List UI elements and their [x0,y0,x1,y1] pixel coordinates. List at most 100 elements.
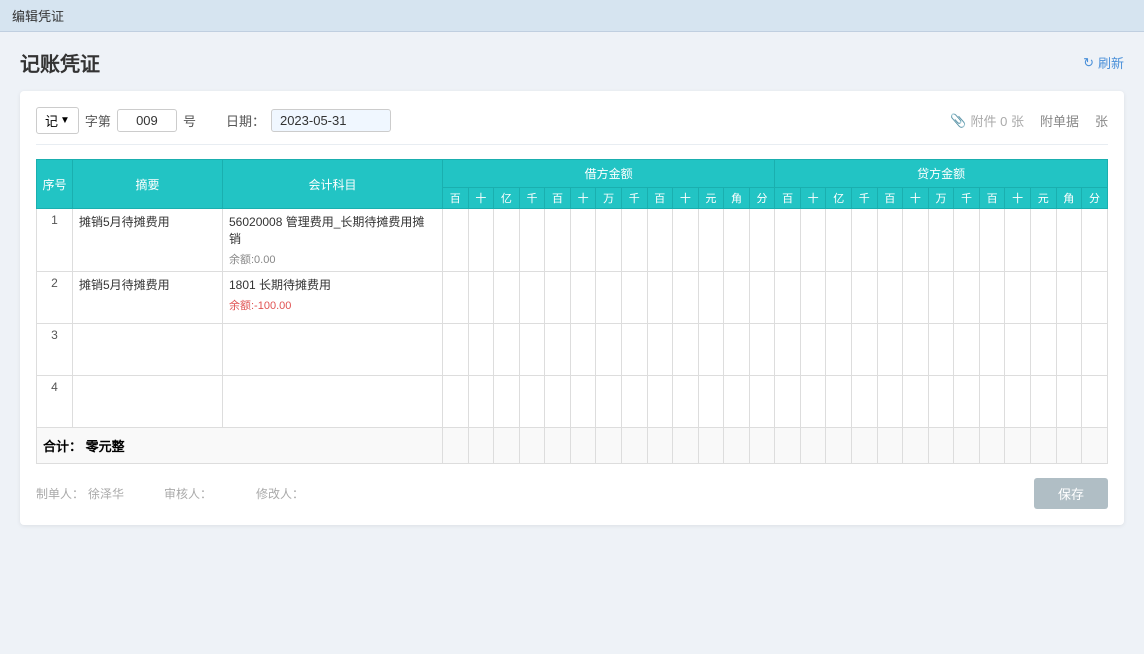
row-3-debit-6[interactable] [596,376,622,428]
row-3-credit-7[interactable] [954,376,980,428]
row-0-credit-4[interactable] [877,209,903,272]
row-1-credit-9[interactable] [1005,272,1031,324]
row-2-credit-6[interactable] [928,324,954,376]
row-1-credit-7[interactable] [954,272,980,324]
row-1-credit-4[interactable] [877,272,903,324]
row-0-credit-2[interactable] [826,209,852,272]
row-2-credit-8[interactable] [979,324,1005,376]
row-0-debit-2[interactable] [494,209,520,272]
row-3-debit-3[interactable] [519,376,545,428]
row-1-debit-3[interactable] [519,272,545,324]
row-1-credit-8[interactable] [979,272,1005,324]
row-0-debit-0[interactable] [443,209,469,272]
row-2-credit-5[interactable] [903,324,929,376]
row-2-debit-4[interactable] [545,324,571,376]
row-3-credit-10[interactable] [1030,376,1056,428]
row-2-debit-10[interactable] [698,324,724,376]
row-2-credit-12[interactable] [1082,324,1108,376]
row-1-debit-12[interactable] [749,272,775,324]
row-3-debit-2[interactable] [494,376,520,428]
row-1-debit-5[interactable] [570,272,596,324]
row-1-debit-10[interactable] [698,272,724,324]
row-0-credit-0[interactable] [775,209,801,272]
row-3-debit-7[interactable] [621,376,647,428]
row-3-credit-5[interactable] [903,376,929,428]
row-3-debit-8[interactable] [647,376,673,428]
row-0-debit-8[interactable] [647,209,673,272]
row-2-debit-0[interactable] [443,324,469,376]
row-0-debit-4[interactable] [545,209,571,272]
row-3-debit-9[interactable] [673,376,699,428]
row-0-debit-10[interactable] [698,209,724,272]
row-1-credit-6[interactable] [928,272,954,324]
row-2-debit-12[interactable] [749,324,775,376]
row-1-debit-9[interactable] [673,272,699,324]
row-summary-2[interactable] [73,324,223,376]
row-2-debit-6[interactable] [596,324,622,376]
row-2-debit-9[interactable] [673,324,699,376]
row-2-debit-3[interactable] [519,324,545,376]
row-0-credit-12[interactable] [1082,209,1108,272]
refresh-button[interactable]: ↻ 刷新 [1083,53,1124,72]
row-3-credit-11[interactable] [1056,376,1082,428]
row-3-debit-11[interactable] [724,376,750,428]
row-0-debit-9[interactable] [673,209,699,272]
row-2-credit-11[interactable] [1056,324,1082,376]
row-2-credit-3[interactable] [852,324,878,376]
row-1-credit-1[interactable] [800,272,826,324]
row-0-credit-11[interactable] [1056,209,1082,272]
row-2-credit-0[interactable] [775,324,801,376]
row-1-credit-12[interactable] [1082,272,1108,324]
row-3-credit-4[interactable] [877,376,903,428]
row-3-debit-5[interactable] [570,376,596,428]
row-2-credit-10[interactable] [1030,324,1056,376]
row-2-debit-8[interactable] [647,324,673,376]
row-0-credit-9[interactable] [1005,209,1031,272]
row-2-credit-9[interactable] [1005,324,1031,376]
type-dropdown[interactable]: 记 ▼ [36,107,79,134]
row-1-credit-0[interactable] [775,272,801,324]
row-2-credit-1[interactable] [800,324,826,376]
row-1-debit-1[interactable] [468,272,494,324]
row-account-1[interactable]: 1801 长期待摊费用余额:-100.00 [223,272,443,324]
row-0-credit-3[interactable] [852,209,878,272]
row-1-debit-6[interactable] [596,272,622,324]
row-3-credit-1[interactable] [800,376,826,428]
row-0-credit-6[interactable] [928,209,954,272]
row-1-debit-2[interactable] [494,272,520,324]
row-0-debit-12[interactable] [749,209,775,272]
row-1-debit-7[interactable] [621,272,647,324]
row-3-debit-12[interactable] [749,376,775,428]
row-2-credit-7[interactable] [954,324,980,376]
row-1-credit-10[interactable] [1030,272,1056,324]
row-3-credit-3[interactable] [852,376,878,428]
row-3-debit-4[interactable] [545,376,571,428]
row-0-credit-7[interactable] [954,209,980,272]
row-2-debit-5[interactable] [570,324,596,376]
row-1-credit-3[interactable] [852,272,878,324]
row-1-debit-0[interactable] [443,272,469,324]
row-1-credit-2[interactable] [826,272,852,324]
row-3-credit-8[interactable] [979,376,1005,428]
row-1-debit-4[interactable] [545,272,571,324]
row-summary-0[interactable]: 摊销5月待摊费用 [73,209,223,272]
row-3-debit-10[interactable] [698,376,724,428]
row-summary-3[interactable] [73,376,223,428]
save-button[interactable]: 保存 [1034,478,1108,509]
date-input[interactable] [271,109,391,132]
row-0-credit-8[interactable] [979,209,1005,272]
row-0-credit-5[interactable] [903,209,929,272]
row-account-0[interactable]: 56020008 管理费用_长期待摊费用摊销余额:0.00 [223,209,443,272]
row-account-3[interactable] [223,376,443,428]
row-3-debit-0[interactable] [443,376,469,428]
attachment-link[interactable]: 📎 附件 0 张 [950,111,1024,130]
row-0-debit-11[interactable] [724,209,750,272]
voucher-number-input[interactable] [117,109,177,132]
row-0-debit-5[interactable] [570,209,596,272]
row-3-credit-0[interactable] [775,376,801,428]
row-1-debit-11[interactable] [724,272,750,324]
row-1-debit-8[interactable] [647,272,673,324]
row-0-debit-3[interactable] [519,209,545,272]
row-summary-1[interactable]: 摊销5月待摊费用 [73,272,223,324]
row-3-credit-12[interactable] [1082,376,1108,428]
